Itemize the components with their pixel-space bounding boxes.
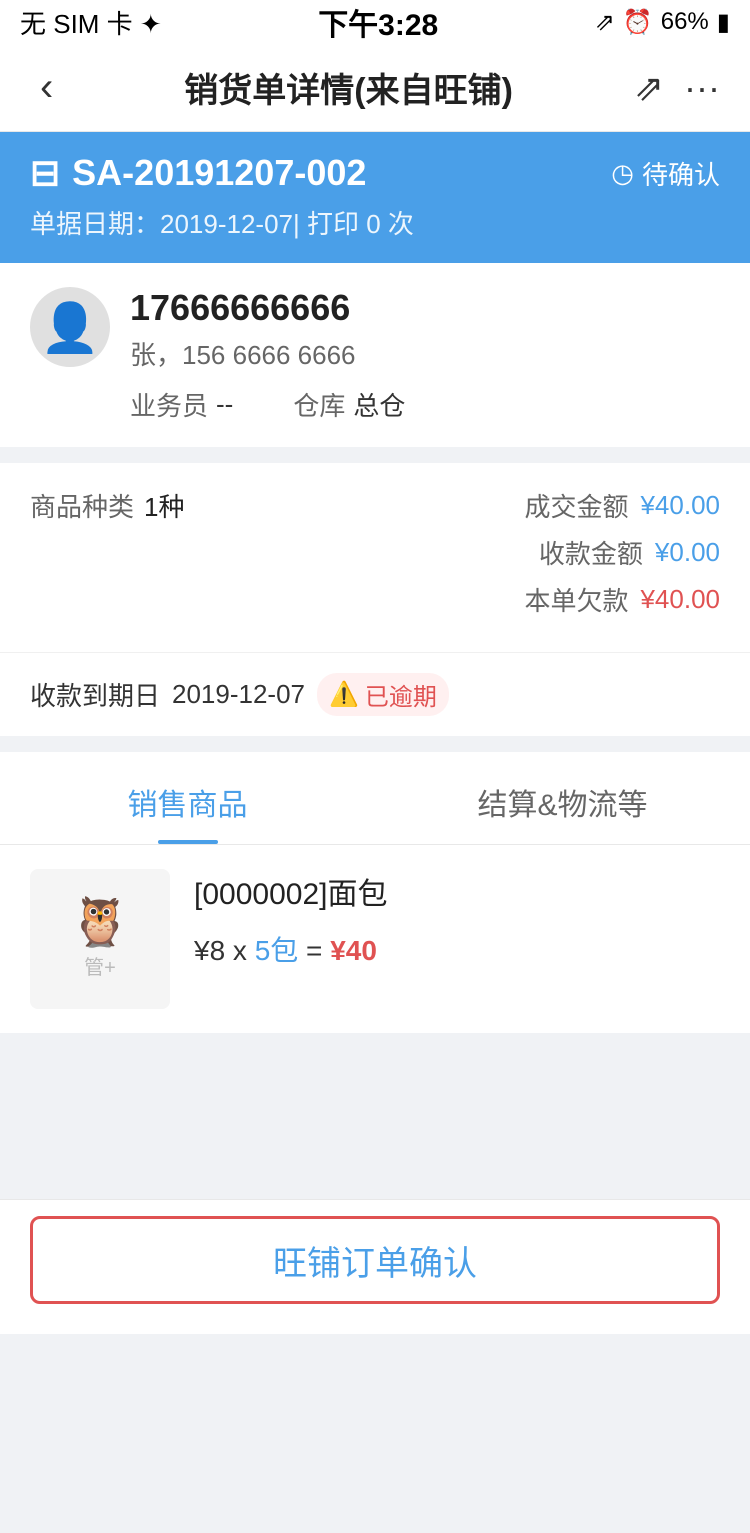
overdue-text: 已逾期 xyxy=(365,677,437,712)
share-icon[interactable]: ⇗ xyxy=(634,67,664,109)
salesperson-value: -- xyxy=(216,389,233,420)
order-header: ⊟ SA-20191207-002 ◷ 待确认 单据日期：2019-12-07|… xyxy=(0,132,750,263)
product-name: [0000002]面包 xyxy=(194,869,720,913)
warehouse-label: 仓库 xyxy=(293,386,345,423)
avatar-icon: 👤 xyxy=(40,299,100,356)
battery-level: 66% xyxy=(661,8,709,36)
salesperson-item: 业务员 -- xyxy=(130,386,233,423)
customer-section: 👤 17666666666 张，156 6666 6666 业务员 -- 仓库 … xyxy=(0,263,750,447)
avatar: 👤 xyxy=(30,287,110,367)
deal-amount-value: ¥40.00 xyxy=(640,490,720,521)
customer-phone: 17666666666 xyxy=(130,287,720,329)
deal-amount-item: 成交金额 ¥40.00 xyxy=(524,487,720,524)
deal-amount-label: 成交金额 xyxy=(524,487,628,524)
product-price-row: ¥8 x 5包 = ¥40 xyxy=(194,929,720,969)
nav-actions: ⇗ ··· xyxy=(634,67,720,109)
product-thumbnail: 🦉 管+ xyxy=(30,869,170,1009)
due-date-section: 收款到期日 2019-12-07 ⚠️ 已逾期 xyxy=(0,652,750,736)
status-clock-icon: ◷ xyxy=(611,158,634,189)
tab-settlement[interactable]: 结算&物流等 xyxy=(375,752,750,844)
order-date: 单据日期：2019-12-07| 打印 0 次 xyxy=(30,204,720,241)
tabs-header: 销售商品 结算&物流等 xyxy=(0,752,750,845)
due-date-value: 2019-12-07 xyxy=(172,679,305,710)
received-value: ¥0.00 xyxy=(655,537,720,568)
owed-item: 本单欠款 ¥40.00 xyxy=(524,581,720,618)
page-title: 销货单详情(来自旺铺) xyxy=(184,63,513,112)
summary-section: 商品种类 1种 成交金额 ¥40.00 收款金额 ¥0.00 本单欠款 ¥40.… xyxy=(0,463,750,652)
confirm-button[interactable]: 旺铺订单确认 xyxy=(30,1216,720,1304)
back-button[interactable]: ‹ xyxy=(30,55,63,120)
bottom-spacer xyxy=(0,1333,750,1533)
received-label: 收款金额 xyxy=(539,534,643,571)
status-right: ⇗ ⏰ 66% ▮ xyxy=(595,8,730,37)
warehouse-value: 总仓 xyxy=(353,386,405,423)
overdue-badge: ⚠️ 已逾期 xyxy=(317,673,449,716)
divider-1 xyxy=(0,447,750,463)
alarm-icon: ⏰ xyxy=(623,8,653,37)
order-id-text: SA-20191207-002 xyxy=(72,152,366,194)
more-icon[interactable]: ··· xyxy=(684,67,720,109)
status-left: 无 SIM 卡 ✦ xyxy=(20,4,162,41)
owed-label: 本单欠款 xyxy=(524,581,628,618)
product-section: 🦉 管+ [0000002]面包 ¥8 x 5包 = ¥40 xyxy=(0,845,750,1033)
customer-meta: 业务员 -- 仓库 总仓 xyxy=(130,386,720,423)
owed-value: ¥40.00 xyxy=(640,584,720,615)
order-status: ◷ 待确认 xyxy=(611,155,720,192)
overdue-icon: ⚠️ xyxy=(329,680,359,709)
summary-left: 商品种类 1种 xyxy=(30,487,184,528)
summary-row: 商品种类 1种 成交金额 ¥40.00 收款金额 ¥0.00 本单欠款 ¥40.… xyxy=(30,487,720,628)
product-type-item: 商品种类 1种 xyxy=(30,487,184,524)
product-info: [0000002]面包 ¥8 x 5包 = ¥40 xyxy=(194,869,720,969)
product-type-value: 1种 xyxy=(144,487,184,524)
sim-status: 无 SIM 卡 ✦ xyxy=(20,4,162,41)
order-id: ⊟ SA-20191207-002 xyxy=(30,152,366,194)
status-time: 下午3:28 xyxy=(318,0,438,44)
tab-sales-product[interactable]: 销售商品 xyxy=(0,752,375,844)
order-icon: ⊟ xyxy=(30,152,60,194)
customer-row: 👤 17666666666 张，156 6666 6666 业务员 -- 仓库 … xyxy=(30,287,720,423)
tabs-section: 销售商品 结算&物流等 xyxy=(0,752,750,845)
location-icon: ⇗ xyxy=(595,8,615,37)
received-item: 收款金额 ¥0.00 xyxy=(524,534,720,571)
order-status-text: 待确认 xyxy=(642,155,720,192)
customer-info: 17666666666 张，156 6666 6666 业务员 -- 仓库 总仓 xyxy=(130,287,720,423)
product-item: 🦉 管+ [0000002]面包 ¥8 x 5包 = ¥40 xyxy=(30,869,720,1009)
due-date-label: 收款到期日 xyxy=(30,676,160,713)
bottom-bar: 旺铺订单确认 xyxy=(0,1199,750,1334)
summary-right: 成交金额 ¥40.00 收款金额 ¥0.00 本单欠款 ¥40.00 xyxy=(524,487,720,628)
nav-bar: ‹ 销货单详情(来自旺铺) ⇗ ··· xyxy=(0,44,750,132)
product-equal: = xyxy=(298,935,330,966)
battery-icon: ▮ xyxy=(717,8,730,37)
order-header-top: ⊟ SA-20191207-002 ◷ 待确认 xyxy=(30,152,720,194)
salesperson-label: 业务员 xyxy=(130,386,208,423)
product-type-label: 商品种类 xyxy=(30,487,134,524)
status-bar: 无 SIM 卡 ✦ 下午3:28 ⇗ ⏰ 66% ▮ xyxy=(0,0,750,44)
product-logo: 🦉 管+ xyxy=(70,899,130,980)
warehouse-item: 仓库 总仓 xyxy=(293,386,405,423)
customer-name: 张，156 6666 6666 xyxy=(130,335,720,372)
product-price: ¥8 x xyxy=(194,935,255,966)
product-quantity: 5包 xyxy=(255,935,299,966)
product-total: ¥40 xyxy=(330,935,377,966)
